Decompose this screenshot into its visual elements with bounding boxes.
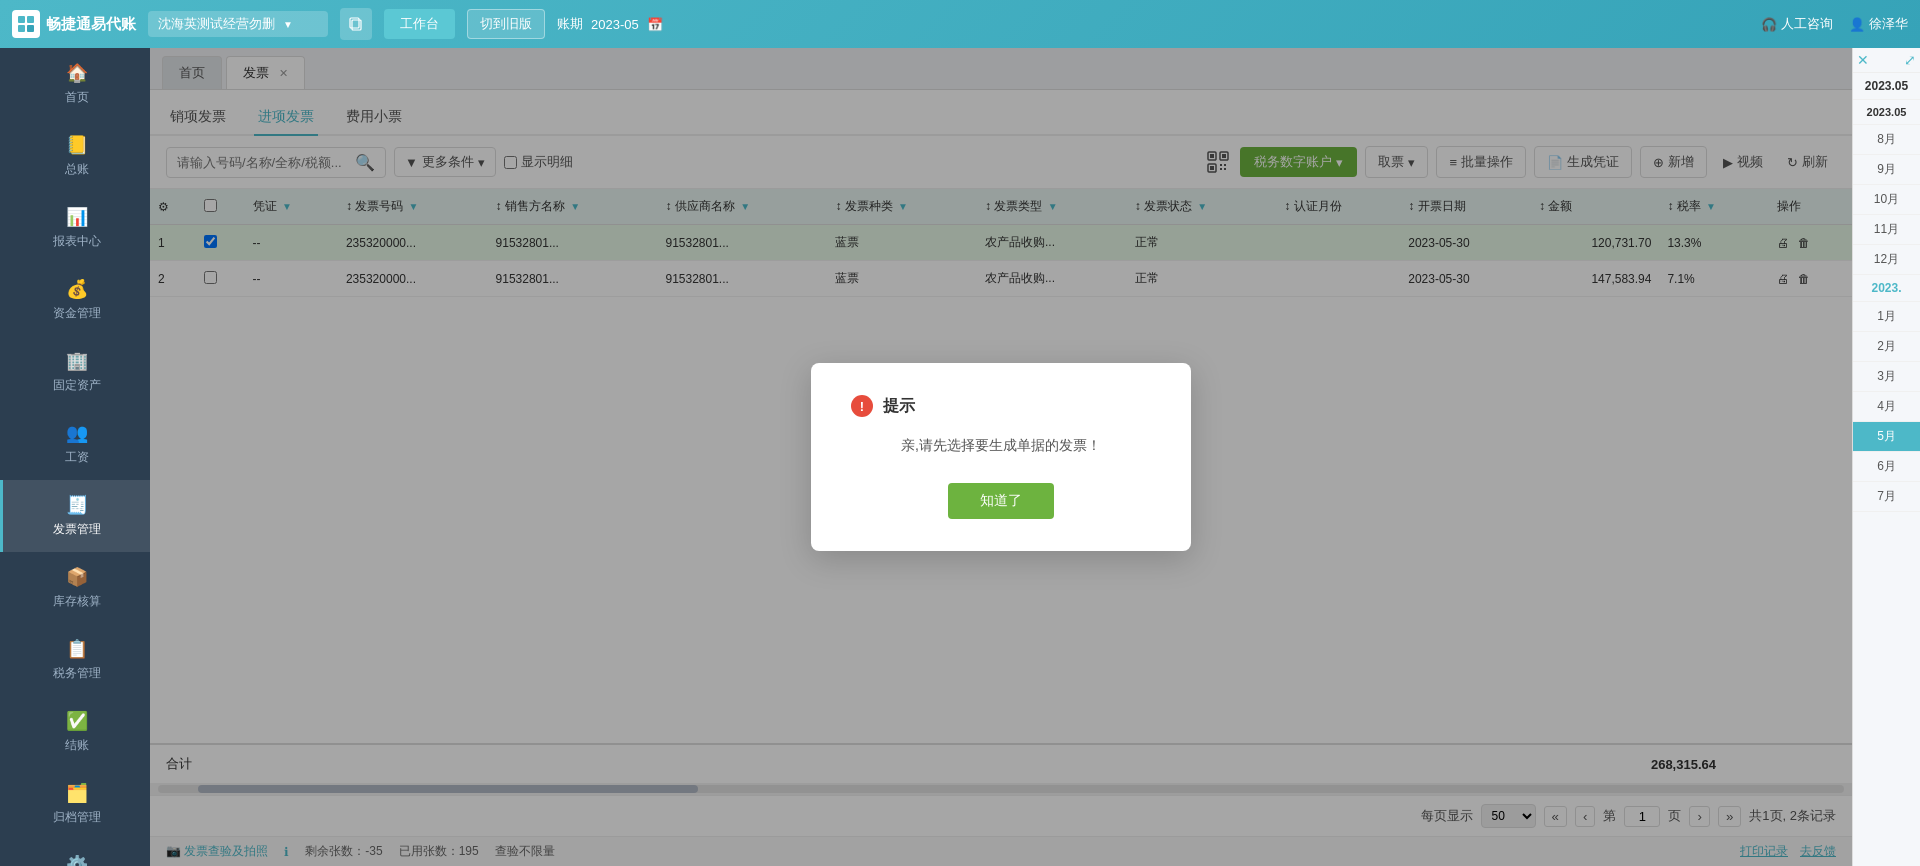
- dialog-message: 亲,请先选择要生成单据的发票！: [901, 437, 1101, 453]
- user-menu[interactable]: 👤 徐泽华: [1849, 15, 1908, 33]
- sidebar-icon-assets: 🏢: [66, 350, 88, 372]
- logo-icon: [12, 10, 40, 38]
- period-item-1月[interactable]: 1月: [1853, 302, 1920, 332]
- sidebar-item-funds[interactable]: 💰 资金管理: [0, 264, 150, 336]
- sidebar-item-ledger[interactable]: 📒 总账: [0, 120, 150, 192]
- sidebar-item-settings[interactable]: ⚙️ 设置: [0, 840, 150, 866]
- period-item-2023.[interactable]: 2023.: [1853, 275, 1920, 302]
- workspace-button[interactable]: 工作台: [384, 9, 455, 39]
- chevron-down-icon: ▼: [283, 19, 293, 30]
- sidebar-item-home[interactable]: 🏠 首页: [0, 48, 150, 120]
- sidebar-icon-tax: 📋: [66, 638, 88, 660]
- copy-button[interactable]: [340, 8, 372, 40]
- dialog-footer: 知道了: [851, 483, 1151, 519]
- dialog-body: 亲,请先选择要生成单据的发票！: [851, 437, 1151, 455]
- headset-icon: 🎧: [1761, 17, 1777, 32]
- sidebar-label-settle: 结账: [65, 737, 89, 754]
- resize-icon: ⤢: [1904, 52, 1916, 68]
- period-item-4月[interactable]: 4月: [1853, 392, 1920, 422]
- company-selector[interactable]: 沈海英测试经营勿删 ▼: [148, 11, 328, 37]
- sidebar-item-assets[interactable]: 🏢 固定资产: [0, 336, 150, 408]
- period-display: 账期 2023-05 📅: [557, 15, 663, 33]
- topbar-right: 🎧 人工咨询 👤 徐泽华: [1761, 15, 1908, 33]
- sidebar-icon-archive: 🗂️: [66, 782, 88, 804]
- svg-rect-2: [18, 25, 25, 32]
- sidebar-icon-inventory: 📦: [66, 566, 88, 588]
- sidebar-label-inventory: 库存核算: [53, 593, 101, 610]
- svg-rect-0: [18, 16, 25, 23]
- sidebar-item-tax[interactable]: 📋 税务管理: [0, 624, 150, 696]
- sidebar-item-invoices[interactable]: 🧾 发票管理: [0, 480, 150, 552]
- sidebar-item-settle[interactable]: ✅ 结账: [0, 696, 150, 768]
- sidebar-icon-invoices: 🧾: [66, 494, 88, 516]
- period-item-3月[interactable]: 3月: [1853, 362, 1920, 392]
- sidebar-item-wages[interactable]: 👥 工资: [0, 408, 150, 480]
- sidebar-label-reports: 报表中心: [53, 233, 101, 250]
- svg-rect-1: [27, 16, 34, 23]
- period-item-12月[interactable]: 12月: [1853, 245, 1920, 275]
- help-button[interactable]: 🎧 人工咨询: [1761, 15, 1833, 33]
- switch-version-button[interactable]: 切到旧版: [467, 9, 545, 39]
- period-year-top: 2023.05: [1853, 73, 1920, 100]
- svg-rect-3: [27, 25, 34, 32]
- expand-icon: ✕: [1857, 52, 1869, 68]
- period-label: 账期: [557, 15, 583, 33]
- main-layout: 🏠 首页 📒 总账 📊 报表中心 💰 资金管理 🏢 固定资产 👥 工资 🧾 发票…: [0, 48, 1920, 866]
- overlay: ! 提示 亲,请先选择要生成单据的发票！ 知道了: [150, 48, 1852, 866]
- sidebar-icon-reports: 📊: [66, 206, 88, 228]
- sidebar-icon-funds: 💰: [66, 278, 88, 300]
- app-logo: 畅捷通易代账: [12, 10, 136, 38]
- period-item-11月[interactable]: 11月: [1853, 215, 1920, 245]
- sidebar-label-invoices: 发票管理: [53, 521, 101, 538]
- sidebar-label-wages: 工资: [65, 449, 89, 466]
- sidebar-label-archive: 归档管理: [53, 809, 101, 826]
- sidebar-label-funds: 资金管理: [53, 305, 101, 322]
- confirm-button[interactable]: 知道了: [948, 483, 1054, 519]
- dialog-title: ! 提示: [851, 395, 1151, 417]
- period-value: 2023-05: [591, 17, 639, 32]
- warning-icon: !: [851, 395, 873, 417]
- sidebar-label-home: 首页: [65, 89, 89, 106]
- content-area: 首页 发票 ✕ 销项发票 进项发票 费用小票: [150, 48, 1852, 866]
- period-item-8月[interactable]: 8月: [1853, 125, 1920, 155]
- period-item-7月[interactable]: 7月: [1853, 482, 1920, 512]
- calendar-icon[interactable]: 📅: [647, 17, 663, 32]
- period-resize-button[interactable]: ⤢: [1904, 52, 1916, 68]
- dialog: ! 提示 亲,请先选择要生成单据的发票！ 知道了: [811, 363, 1191, 551]
- period-expand-button[interactable]: ✕: [1857, 52, 1869, 68]
- topbar: 畅捷通易代账 沈海英测试经营勿删 ▼ 工作台 切到旧版 账期 2023-05 📅…: [0, 0, 1920, 48]
- sidebar-label-ledger: 总账: [65, 161, 89, 178]
- sidebar-item-inventory[interactable]: 📦 库存核算: [0, 552, 150, 624]
- sidebar-label-assets: 固定资产: [53, 377, 101, 394]
- app-name: 畅捷通易代账: [46, 15, 136, 34]
- sidebar-item-reports[interactable]: 📊 报表中心: [0, 192, 150, 264]
- sidebar-icon-home: 🏠: [66, 62, 88, 84]
- sidebar-icon-wages: 👥: [66, 422, 88, 444]
- sidebar-icon-settle: ✅: [66, 710, 88, 732]
- period-item-5月[interactable]: 5月: [1853, 422, 1920, 452]
- user-icon: 👤: [1849, 17, 1865, 32]
- period-item-6月[interactable]: 6月: [1853, 452, 1920, 482]
- company-name: 沈海英测试经营勿删: [158, 15, 275, 33]
- dialog-title-text: 提示: [883, 396, 915, 417]
- period-year-bottom: 2023.05: [1853, 100, 1920, 125]
- period-sidebar: ✕ ⤢ 2023.05 2023.05 8月9月10月11月12月2023.1月…: [1852, 48, 1920, 866]
- sidebar-item-archive[interactable]: 🗂️ 归档管理: [0, 768, 150, 840]
- period-item-10月[interactable]: 10月: [1853, 185, 1920, 215]
- period-item-9月[interactable]: 9月: [1853, 155, 1920, 185]
- sidebar: 🏠 首页 📒 总账 📊 报表中心 💰 资金管理 🏢 固定资产 👥 工资 🧾 发票…: [0, 48, 150, 866]
- sidebar-icon-ledger: 📒: [66, 134, 88, 156]
- period-item-2月[interactable]: 2月: [1853, 332, 1920, 362]
- sidebar-icon-settings: ⚙️: [66, 854, 88, 866]
- sidebar-label-tax: 税务管理: [53, 665, 101, 682]
